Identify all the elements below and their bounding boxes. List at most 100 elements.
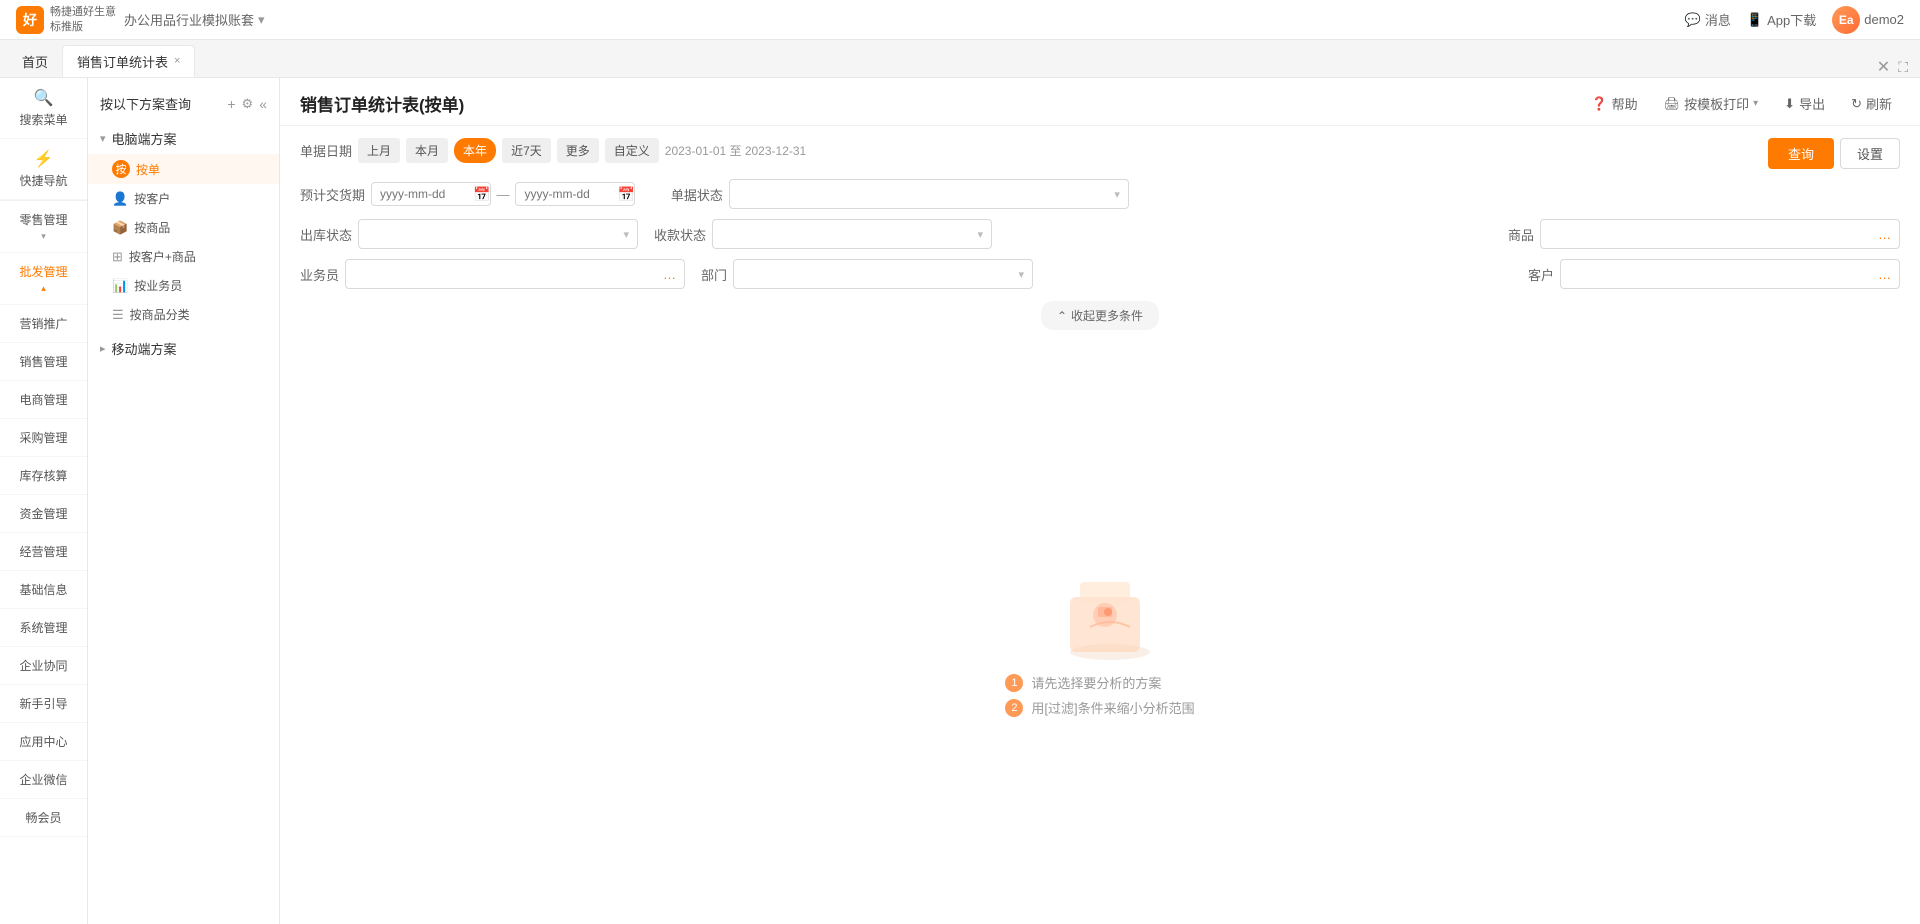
template-print-button[interactable]: 🖨 按模板打印 ▾ [1656,90,1767,117]
query-button[interactable]: 查询 [1768,138,1834,169]
dept-select[interactable]: ▾ [733,259,1033,289]
expected-date-start-input[interactable] [371,182,491,206]
goods-group: 商品 … [1508,219,1900,249]
sidebar-item-inventory[interactable]: 库存核算 [0,457,87,495]
collapse-panel-button[interactable]: « [259,96,267,112]
window-close-icon[interactable]: ✕ [1877,57,1890,77]
window-expand-icon[interactable]: ⛶ [1898,59,1908,76]
sidebar-item-member[interactable]: 畅会员 [0,799,87,837]
sidebar-item-wholesale[interactable]: 批发管理 ▴ [0,253,87,305]
sidebar-item-newuser[interactable]: 新手引导 [0,685,87,723]
date-btn-this-year[interactable]: 本年 [454,138,496,163]
date-btn-7days[interactable]: 近7天 [502,138,551,163]
sidebar-item-retail[interactable]: 零售管理 ▾ [0,201,87,253]
tab-home[interactable]: 首页 [8,45,62,77]
scheme-group-mobile-header[interactable]: ▸ 移动端方案 [88,333,279,364]
sidebar-item-basic[interactable]: 基础信息 [0,571,87,609]
sidebar-item-appcenter[interactable]: 应用中心 [0,723,87,761]
empty-tip-1: 1 请先选择要分析的方案 [1005,673,1194,692]
top-bar: 好 畅捷通好生意 标推版 办公用品行业模拟账套 ▾ 💬 消息 📱 App下载 E… [0,0,1920,40]
top-bar-left: 好 畅捷通好生意 标推版 办公用品行业模拟账套 ▾ [16,5,265,34]
edit-scheme-button[interactable]: ⚙ [242,96,254,112]
message-button[interactable]: 💬 消息 [1685,10,1731,29]
scheme-item-by-goods[interactable]: 📦 按商品 [88,213,279,242]
help-icon: ❓ [1591,96,1607,112]
dept-chevron-icon: ▾ [1019,268,1025,281]
sidebar-item-operations[interactable]: 经营管理 [0,533,87,571]
tab-bar: 首页 销售订单统计表 × ✕ ⛶ [0,40,1920,78]
print-arrow-icon: ▾ [1753,98,1758,109]
sidebar-item-cooperation[interactable]: 企业协同 [0,647,87,685]
filter-row-3: 业务员 … 部门 ▾ 客户 [300,259,1900,289]
filter-and-content: 销售订单统计表(按单) ❓ 帮助 🖨 按模板打印 ▾ ⬇ 导出 [280,78,1920,924]
search-icon: 🔍 [34,88,54,108]
sidebar-item-shortcut[interactable]: ⚡ 快捷导航 [0,139,87,200]
app-icon: 📱 [1747,12,1763,28]
goods-label: 商品 [1508,225,1534,244]
goods-more-icon[interactable]: … [1878,227,1891,242]
filter-row-1: 单据日期 上月 本月 本年 近7天 更多 自定义 2023-01-01 至 20… [300,138,1900,169]
scheme-item-by-staff[interactable]: 📊 按业务员 [88,271,279,300]
help-button[interactable]: ❓ 帮助 [1583,90,1645,117]
scheme-group-pc: ▾ 电脑端方案 按 按单 👤 按客户 📦 按商品 ⊞ 按客户+商品 [88,123,279,329]
staff-more-icon[interactable]: … [663,267,676,282]
settings-button[interactable]: 设置 [1840,138,1900,169]
receipt-status-group: 收款状态 ▾ [654,219,992,249]
expected-date-end-input[interactable] [515,182,635,206]
customer-select[interactable]: … [1560,259,1900,289]
scheme-item-by-customer-goods[interactable]: ⊞ 按客户+商品 [88,242,279,271]
customer-more-icon[interactable]: … [1878,267,1891,282]
goods-icon: 📦 [112,220,128,236]
date-label: 单据日期 [300,141,352,160]
scheme-item-by-category[interactable]: ☰ 按商品分类 [88,300,279,329]
goods-select[interactable]: … [1540,219,1900,249]
sidebar-item-sales[interactable]: 销售管理 [0,343,87,381]
sidebar-item-system[interactable]: 系统管理 [0,609,87,647]
staff-select[interactable]: … [345,259,685,289]
status-group: 单据状态 ▾ [671,179,1129,209]
sidebar-item-purchase[interactable]: 采购管理 [0,419,87,457]
sidebar-item-marketing[interactable]: 营销推广 [0,305,87,343]
scheme-group-pc-header[interactable]: ▾ 电脑端方案 [88,123,279,154]
tab-sales-stat[interactable]: 销售订单统计表 × [62,45,195,77]
out-status-select[interactable]: ▾ [358,219,638,249]
scheme-item-by-order[interactable]: 按 按单 [88,154,279,184]
date-btn-more[interactable]: 更多 [557,138,599,163]
logo-area: 好 畅捷通好生意 标推版 [16,5,116,34]
filter-row-2: 出库状态 ▾ 收款状态 ▾ 商品 [300,219,1900,249]
wholesale-arrow: ▴ [41,283,46,294]
left-panel-header: 按以下方案查询 + ⚙ « [88,88,279,119]
collapse-area: ⌃ 收起更多条件 [300,293,1900,338]
export-button[interactable]: ⬇ 导出 [1776,90,1833,117]
sidebar-item-finance[interactable]: 资金管理 [0,495,87,533]
receipt-chevron-icon: ▾ [978,228,984,241]
date-btn-custom[interactable]: 自定义 [605,138,659,163]
status-label: 单据状态 [671,185,723,204]
collapse-button[interactable]: ⌃ 收起更多条件 [1041,301,1159,330]
refresh-button[interactable]: ↻ 刷新 [1843,90,1900,117]
receipt-status-select[interactable]: ▾ [712,219,992,249]
out-status-group: 出库状态 ▾ [300,219,638,249]
staff-group: 业务员 … [300,259,685,289]
left-panel: 按以下方案查询 + ⚙ « ▾ 电脑端方案 按 按单 👤 [88,78,280,924]
scheme-item-by-customer[interactable]: 👤 按客户 [88,184,279,213]
customer-label: 客户 [1528,265,1554,284]
app-download-button[interactable]: 📱 App下载 [1747,10,1816,29]
sidebar-item-ecommerce[interactable]: 电商管理 [0,381,87,419]
sidebar-item-search[interactable]: 🔍 搜索菜单 [0,78,87,139]
user-menu[interactable]: Ea demo2 [1832,6,1904,34]
top-bar-right: 💬 消息 📱 App下载 Ea demo2 [1685,6,1904,34]
query-btn-group: 查询 设置 [1768,138,1900,169]
print-icon: 🖨 [1664,96,1681,112]
sidebar-item-corpwechat[interactable]: 企业微信 [0,761,87,799]
sidebar: 🔍 搜索菜单 ⚡ 快捷导航 零售管理 ▾ 批发管理 ▴ 营销推广 销售管理 电商… [0,78,88,924]
date-btn-last-month[interactable]: 上月 [358,138,400,163]
export-icon: ⬇ [1784,96,1795,112]
tab-close-icon[interactable]: × [174,55,180,67]
status-select[interactable]: ▾ [729,179,1129,209]
staff-label: 业务员 [300,265,339,284]
date-btn-this-month[interactable]: 本月 [406,138,448,163]
breadcrumb-arrow: ▾ [258,12,265,28]
add-scheme-button[interactable]: + [227,96,235,112]
mobile-group-arrow-icon: ▸ [100,342,106,355]
